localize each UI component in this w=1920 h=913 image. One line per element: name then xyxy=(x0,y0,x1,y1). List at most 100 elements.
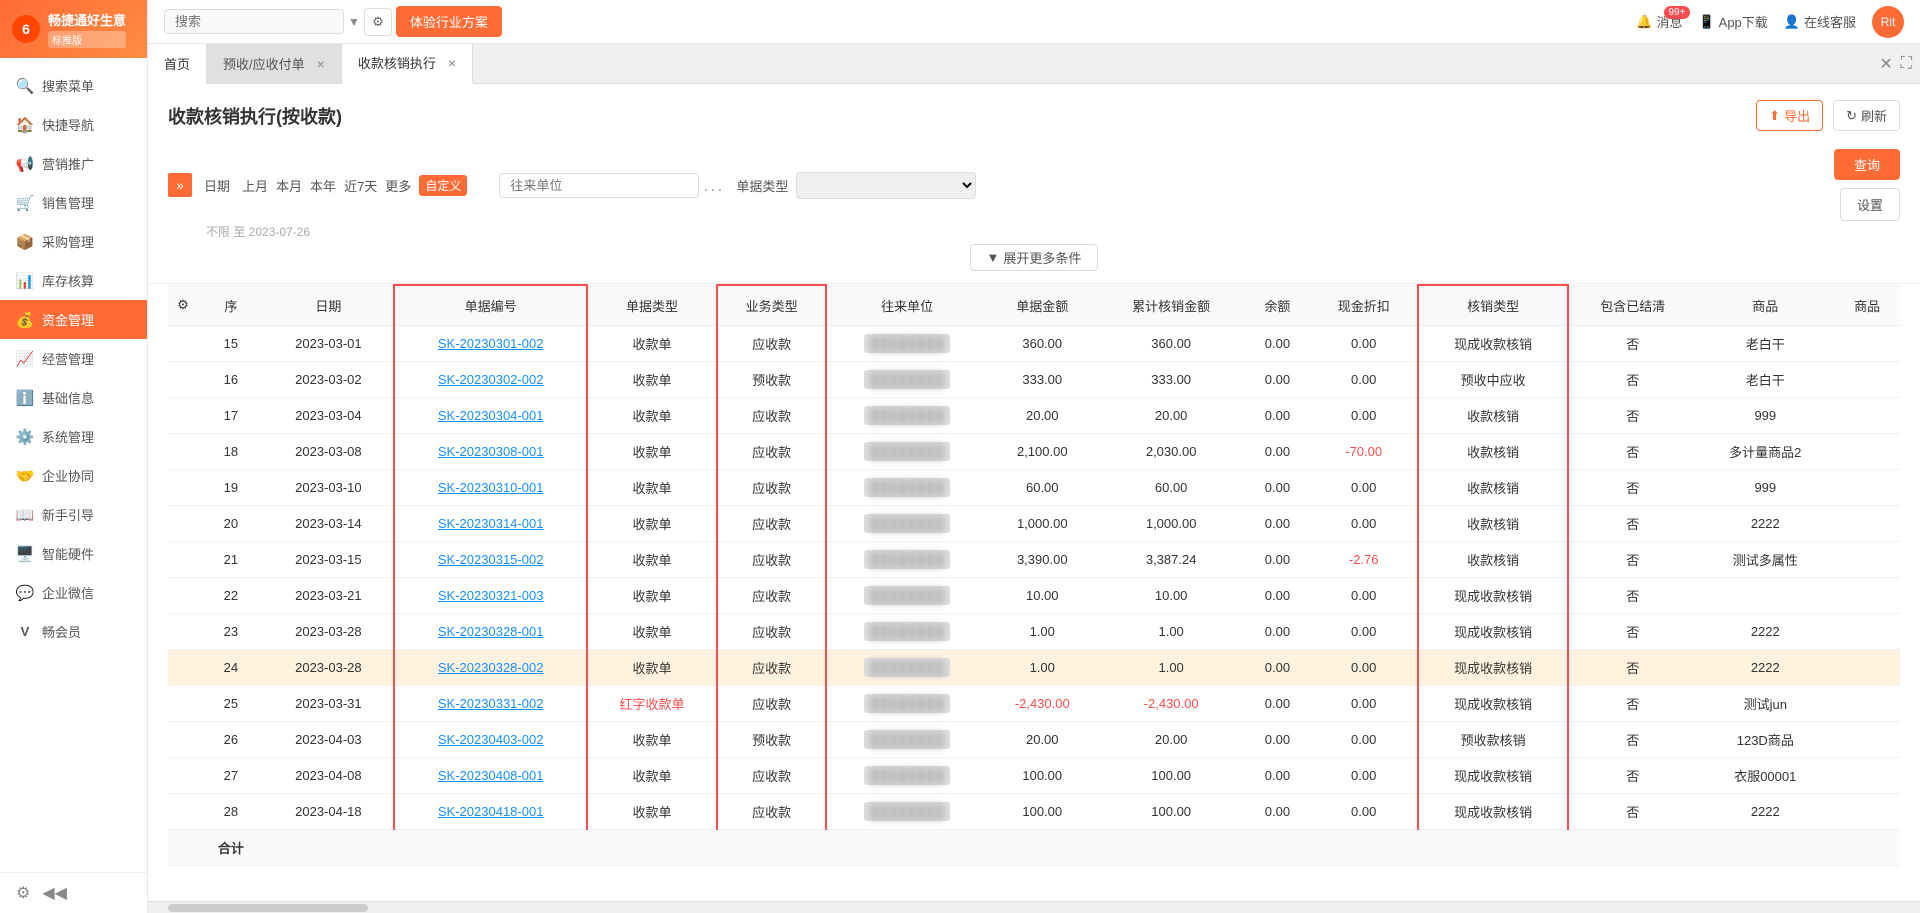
col-biz-type[interactable]: 业务类型 xyxy=(717,285,826,326)
table-cell[interactable]: SK-20230331-002 xyxy=(394,686,587,722)
sidebar-item-guide[interactable]: 📖 新手引导 xyxy=(0,495,147,534)
sidebar-item-search[interactable]: 🔍 搜索菜单 xyxy=(0,66,147,105)
col-balance[interactable]: 余额 xyxy=(1245,285,1311,326)
horizontal-scrollbar[interactable] xyxy=(148,901,1920,913)
table-cell[interactable]: SK-20230310-001 xyxy=(394,470,587,506)
table-cell: 333.00 xyxy=(1098,362,1245,398)
sidebar-item-sales[interactable]: 🛒 销售管理 xyxy=(0,183,147,222)
col-bill-type[interactable]: 单据类型 xyxy=(587,285,717,326)
sidebar-item-basic[interactable]: ℹ️ 基础信息 xyxy=(0,378,147,417)
chevron-down-icon: ▼ xyxy=(987,250,1000,265)
table-row[interactable]: 262023-04-03SK-20230403-002收款单预收款███████… xyxy=(168,722,1900,758)
table-cell[interactable]: SK-20230301-002 xyxy=(394,326,587,362)
export-btn[interactable]: ⬆ 导出 xyxy=(1756,100,1823,131)
tab-collection[interactable]: 收款核销执行 × xyxy=(342,44,473,84)
refresh-btn[interactable]: ↻ 刷新 xyxy=(1833,100,1900,131)
table-cell: 收款单 xyxy=(587,614,717,650)
topbar-gear-icon[interactable]: ⚙ xyxy=(364,8,392,36)
table-row[interactable]: 162023-03-02SK-20230302-002收款单预收款███████… xyxy=(168,362,1900,398)
app-download-link[interactable]: 📱 App下载 xyxy=(1698,12,1767,31)
user-avatar[interactable]: Rit xyxy=(1872,6,1904,38)
table-cell[interactable]: SK-20230314-001 xyxy=(394,506,587,542)
tab-prepay[interactable]: 预收/应收付单 × xyxy=(207,44,342,84)
sidebar-item-member[interactable]: V 畅会员 xyxy=(0,612,147,651)
table-row[interactable]: 232023-03-28SK-20230328-001收款单应收款███████… xyxy=(168,614,1900,650)
col-cash-discount[interactable]: 现金折扣 xyxy=(1310,285,1418,326)
fullscreen-icon[interactable]: ⛶ xyxy=(1901,55,1912,73)
date-this-month[interactable]: 本月 xyxy=(276,176,302,195)
table-row[interactable]: 202023-03-14SK-20230314-001收款单应收款███████… xyxy=(168,506,1900,542)
date-7days[interactable]: 近7天 xyxy=(344,176,377,195)
table-cell[interactable]: SK-20230403-002 xyxy=(394,722,587,758)
table-row[interactable]: 152023-03-01SK-20230301-002收款单应收款███████… xyxy=(168,326,1900,362)
expand-more-btn[interactable]: ▼ 展开更多条件 xyxy=(970,244,1099,271)
table-cell[interactable]: SK-20230328-002 xyxy=(394,650,587,686)
table-cell[interactable]: SK-20230304-001 xyxy=(394,398,587,434)
table-cell[interactable]: SK-20230328-001 xyxy=(394,614,587,650)
table-cell[interactable]: SK-20230315-002 xyxy=(394,542,587,578)
table-cell[interactable]: SK-20230408-001 xyxy=(394,758,587,794)
online-service-link[interactable]: 👤 在线客服 xyxy=(1784,12,1856,31)
sidebar-item-inventory[interactable]: 📊 库存核算 xyxy=(0,261,147,300)
col-cancel-type[interactable]: 核销类型 xyxy=(1418,285,1568,326)
table-row[interactable]: 272023-04-08SK-20230408-001收款单应收款███████… xyxy=(168,758,1900,794)
member-icon: V xyxy=(16,623,34,641)
table-cell[interactable]: SK-20230302-002 xyxy=(394,362,587,398)
col-product2[interactable]: 商品 xyxy=(1834,285,1900,326)
date-last-month[interactable]: 上月 xyxy=(242,176,268,195)
table-row[interactable]: 252023-03-31SK-20230331-002红字收款单应收款█████… xyxy=(168,686,1900,722)
collapse-icon[interactable]: ◀◀ xyxy=(42,883,67,903)
receipt-type-select[interactable] xyxy=(796,172,976,199)
tab-prepay-close-icon[interactable]: × xyxy=(317,56,325,72)
table-row[interactable]: 212023-03-15SK-20230315-002收款单应收款███████… xyxy=(168,542,1900,578)
table-cell: ████████ xyxy=(826,362,986,398)
table-row[interactable]: 242023-03-28SK-20230328-002收款单应收款███████… xyxy=(168,650,1900,686)
sidebar-item-operation[interactable]: 📈 经营管理 xyxy=(0,339,147,378)
date-custom[interactable]: 自定义 xyxy=(419,175,467,196)
table-cell: 否 xyxy=(1568,434,1696,470)
table-row[interactable]: 282023-04-18SK-20230418-001收款单应收款███████… xyxy=(168,794,1900,830)
table-cell: 否 xyxy=(1568,722,1696,758)
close-all-icon[interactable]: ✕ xyxy=(1879,54,1892,74)
col-total-cancel[interactable]: 累计核销金额 xyxy=(1098,285,1245,326)
table-cell[interactable]: SK-20230308-001 xyxy=(394,434,587,470)
table-row[interactable]: 222023-03-21SK-20230321-003收款单应收款███████… xyxy=(168,578,1900,614)
date-more[interactable]: 更多 xyxy=(385,176,411,195)
tab-home[interactable]: 首页 xyxy=(148,44,207,84)
table-cell: 预收款核销 xyxy=(1418,722,1568,758)
table-cell: 2023-03-04 xyxy=(264,398,394,434)
col-date[interactable]: 日期 xyxy=(264,285,394,326)
table-row[interactable]: 182023-03-08SK-20230308-001收款单应收款███████… xyxy=(168,434,1900,470)
date-this-year[interactable]: 本年 xyxy=(310,176,336,195)
unit-input[interactable] xyxy=(499,173,699,198)
search-input[interactable] xyxy=(164,9,344,34)
sidebar-item-wechat[interactable]: 💬 企业微信 xyxy=(0,573,147,612)
table-cell[interactable]: SK-20230418-001 xyxy=(394,794,587,830)
sidebar-item-quicknav[interactable]: 🏠 快捷导航 xyxy=(0,105,147,144)
notification-btn[interactable]: 🔔 消息 99+ xyxy=(1636,12,1682,31)
summary-cell xyxy=(587,830,717,866)
table-cell[interactable]: SK-20230321-003 xyxy=(394,578,587,614)
sidebar-item-purchase[interactable]: 📦 采购管理 xyxy=(0,222,147,261)
setting-btn[interactable]: 设置 xyxy=(1840,188,1900,221)
sidebar-item-hardware[interactable]: 🖥️ 智能硬件 xyxy=(0,534,147,573)
col-unit[interactable]: 往来单位 xyxy=(826,285,986,326)
solution-btn[interactable]: 体验行业方案 xyxy=(396,6,502,37)
col-amount[interactable]: 单据金额 xyxy=(987,285,1098,326)
col-include-settled[interactable]: 包含已结清 xyxy=(1568,285,1696,326)
sidebar-item-marketing[interactable]: 📢 营销推广 xyxy=(0,144,147,183)
tab-collection-close-icon[interactable]: × xyxy=(448,55,456,71)
scroll-thumb[interactable] xyxy=(168,904,368,912)
sidebar-item-finance[interactable]: 💰 资金管理 xyxy=(0,300,147,339)
sidebar-item-enterprise[interactable]: 🤝 企业协同 xyxy=(0,456,147,495)
table-row[interactable]: 172023-03-04SK-20230304-001收款单应收款███████… xyxy=(168,398,1900,434)
col-product1[interactable]: 商品 xyxy=(1696,285,1834,326)
col-bill-no[interactable]: 单据编号 xyxy=(394,285,587,326)
settings-icon[interactable]: ⚙ xyxy=(16,883,30,903)
table-row[interactable]: 192023-03-10SK-20230310-001收款单应收款███████… xyxy=(168,470,1900,506)
query-btn[interactable]: 查询 xyxy=(1834,149,1900,180)
table-cell: 应收款 xyxy=(717,506,826,542)
col-gear[interactable]: ⚙ xyxy=(168,285,198,326)
filter-expand-btn[interactable]: » xyxy=(168,173,192,197)
sidebar-item-system[interactable]: ⚙️ 系统管理 xyxy=(0,417,147,456)
